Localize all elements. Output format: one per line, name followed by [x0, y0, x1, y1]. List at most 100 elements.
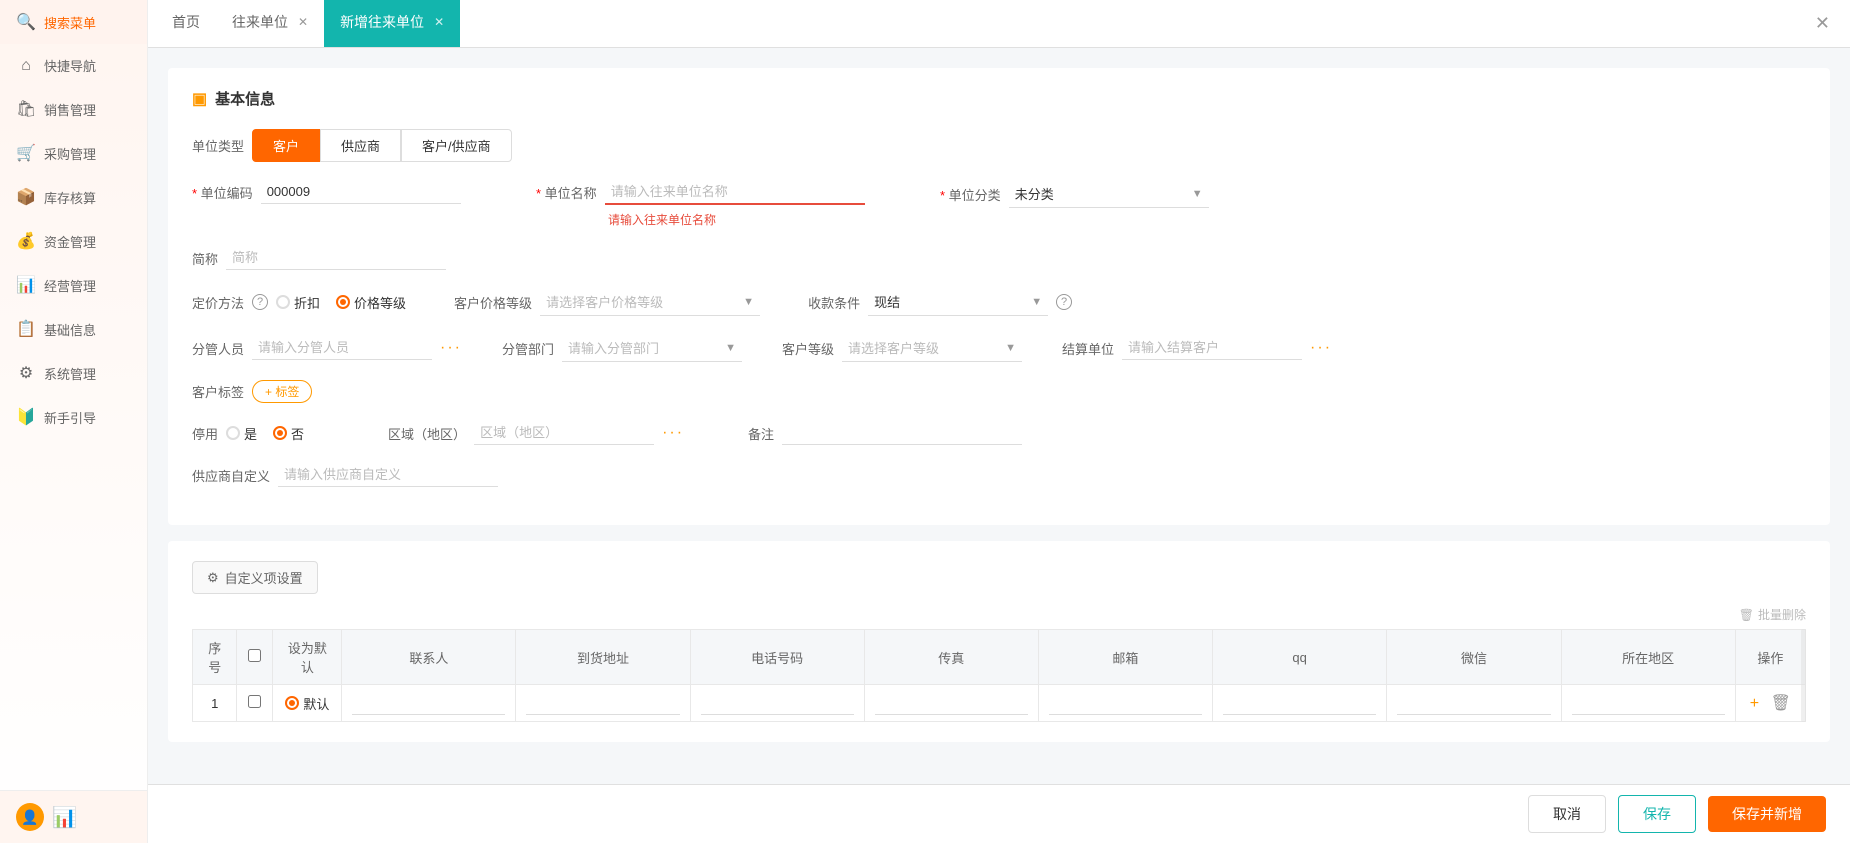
department-field: 分管部门 请输入分管部门 ▼ [502, 334, 742, 362]
sidebar-item-operations[interactable]: 📊 经营管理 [0, 263, 147, 307]
row-phone-input[interactable] [701, 691, 854, 715]
supplier-custom-input[interactable] [278, 463, 498, 487]
region-input[interactable] [474, 421, 654, 445]
settlement-unit-label: 结算单位 [1062, 339, 1114, 358]
row-contact[interactable] [342, 685, 516, 722]
unit-category-select[interactable]: 未分类 ▼ [1009, 180, 1209, 208]
row-contact-input[interactable] [352, 691, 505, 715]
main-area: 首页 往来单位 ✕ 新增往来单位 ✕ ✕ ▣ 基本信息 单位类型 客户 [148, 0, 1850, 843]
pricing-row: 定价方法 ? 折扣 价格等级 客户价格等级 [192, 288, 1806, 316]
custom-settings-button[interactable]: ⚙ 自定义项设置 [192, 561, 318, 594]
sidebar-item-purchase[interactable]: 🛒 采购管理 [0, 131, 147, 175]
save-and-new-button[interactable]: 保存并新增 [1708, 796, 1826, 832]
customer-tags-field: 客户标签 + 标签 [192, 380, 312, 403]
row-add-button[interactable]: + [1746, 695, 1763, 713]
row-delivery-address[interactable] [516, 685, 690, 722]
pricing-level-radio[interactable] [336, 295, 350, 309]
unit-name-input[interactable] [605, 180, 865, 205]
row-delete-button[interactable]: 🗑 [1767, 693, 1795, 713]
row-email-input[interactable] [1049, 691, 1202, 715]
row-fax[interactable] [864, 685, 1038, 722]
unit-type-supplier-button[interactable]: 供应商 [320, 129, 401, 162]
close-all-tabs-button[interactable]: ✕ [1803, 13, 1842, 34]
batch-delete-button[interactable]: 🗑 批量删除 [192, 606, 1806, 623]
manager-more-button[interactable]: ··· [440, 339, 462, 357]
payment-terms-select[interactable]: 现结 ▼ [868, 288, 1048, 316]
search-icon: 🔍 [16, 12, 36, 32]
region-more-button[interactable]: ··· [662, 424, 684, 442]
row-qq-input[interactable] [1223, 691, 1376, 715]
pricing-discount-option[interactable]: 折扣 [276, 293, 320, 312]
sidebar-item-newguide[interactable]: 🔰 新手引导 [0, 395, 147, 439]
tab-contacts[interactable]: 往来单位 ✕ [216, 0, 324, 47]
cancel-button[interactable]: 取消 [1528, 795, 1606, 833]
sidebar-item-finance[interactable]: 💰 资金管理 [0, 219, 147, 263]
disabled-yes-radio[interactable] [226, 426, 240, 440]
row-fax-input[interactable] [875, 691, 1028, 715]
sidebar-footer: 👤 📊 [0, 790, 147, 843]
customer-level-placeholder: 请选择客户等级 [848, 338, 1001, 357]
disabled-no-radio[interactable] [273, 426, 287, 440]
tab-new-contact-close[interactable]: ✕ [434, 15, 444, 29]
short-name-label: 简称 [192, 249, 218, 268]
row-wechat[interactable] [1387, 685, 1561, 722]
row-area[interactable] [1561, 685, 1735, 722]
tab-new-contact[interactable]: 新增往来单位 ✕ [324, 0, 460, 47]
pricing-method-label: 定价方法 [192, 293, 244, 312]
col-wechat: 微信 [1387, 630, 1561, 685]
unit-type-customer-button[interactable]: 客户 [252, 129, 320, 162]
add-tag-button[interactable]: + 标签 [252, 380, 312, 403]
col-delivery-address: 到货地址 [516, 630, 690, 685]
short-name-input[interactable] [226, 246, 446, 270]
row-checkbox[interactable] [248, 695, 261, 708]
row-default-radio[interactable] [285, 696, 299, 710]
tab-contacts-close[interactable]: ✕ [298, 15, 308, 29]
user-avatar[interactable]: 👤 [16, 803, 44, 831]
save-button[interactable]: 保存 [1618, 795, 1696, 833]
customer-price-level-select[interactable]: 请选择客户价格等级 ▼ [540, 288, 760, 316]
tab-bar: 首页 往来单位 ✕ 新增往来单位 ✕ ✕ [148, 0, 1850, 48]
remark-input[interactable] [782, 421, 1022, 445]
settlement-unit-more-button[interactable]: ··· [1310, 339, 1332, 357]
disabled-no-option[interactable]: 否 [273, 424, 304, 443]
row-qq[interactable] [1212, 685, 1386, 722]
sidebar-item-basic[interactable]: 📋 基础信息 [0, 307, 147, 351]
unit-type-both-button[interactable]: 客户/供应商 [401, 129, 512, 162]
select-all-checkbox[interactable] [248, 649, 261, 662]
pricing-discount-radio[interactable] [276, 295, 290, 309]
sidebar-item-search[interactable]: 🔍 搜索菜单 [0, 0, 147, 44]
sidebar-item-quicknav[interactable]: ⌂ 快捷导航 [0, 44, 147, 87]
row-phone[interactable] [690, 685, 864, 722]
row-area-input[interactable] [1572, 691, 1725, 715]
payment-terms-help-icon[interactable]: ? [1056, 294, 1072, 310]
unit-code-field: 单位编码 [192, 180, 512, 204]
row-delivery-input[interactable] [526, 691, 679, 715]
sidebar-item-inventory[interactable]: 📦 库存核算 [0, 175, 147, 219]
manager-input[interactable] [252, 336, 432, 360]
unit-type-field: 单位类型 客户 供应商 客户/供应商 [192, 129, 512, 162]
row-index: 1 [193, 685, 237, 722]
settlement-unit-input[interactable] [1122, 336, 1302, 360]
code-name-category-row: 单位编码 单位名称 请输入往来单位名称 单位分类 未分类 ▼ [192, 180, 1806, 228]
system-icon: ⚙ [16, 363, 36, 383]
table-row: 1 默认 [193, 685, 1806, 722]
sidebar-item-sales[interactable]: 🛍 销售管理 [0, 87, 147, 131]
pricing-method-help-icon[interactable]: ? [252, 294, 268, 310]
customer-price-level-label: 客户价格等级 [454, 293, 532, 312]
customer-level-select[interactable]: 请选择客户等级 ▼ [842, 334, 1022, 362]
unit-type-row: 单位类型 客户 供应商 客户/供应商 [192, 129, 1806, 162]
disabled-yes-option[interactable]: 是 [226, 424, 257, 443]
department-select[interactable]: 请输入分管部门 ▼ [562, 334, 742, 362]
region-label: 区域（地区） [388, 424, 466, 443]
unit-code-input[interactable] [261, 180, 461, 204]
unit-type-label: 单位类型 [192, 136, 244, 155]
pricing-level-option[interactable]: 价格等级 [336, 293, 406, 312]
row-default-radio-item[interactable]: 默认 [283, 694, 331, 713]
sidebar-item-system[interactable]: ⚙ 系统管理 [0, 351, 147, 395]
row-wechat-input[interactable] [1397, 691, 1550, 715]
tab-home[interactable]: 首页 [156, 0, 216, 47]
customer-price-level-field: 客户价格等级 请选择客户价格等级 ▼ [454, 288, 760, 316]
payment-terms-label: 收款条件 [808, 293, 860, 312]
row-email[interactable] [1038, 685, 1212, 722]
col-area: 所在地区 [1561, 630, 1735, 685]
